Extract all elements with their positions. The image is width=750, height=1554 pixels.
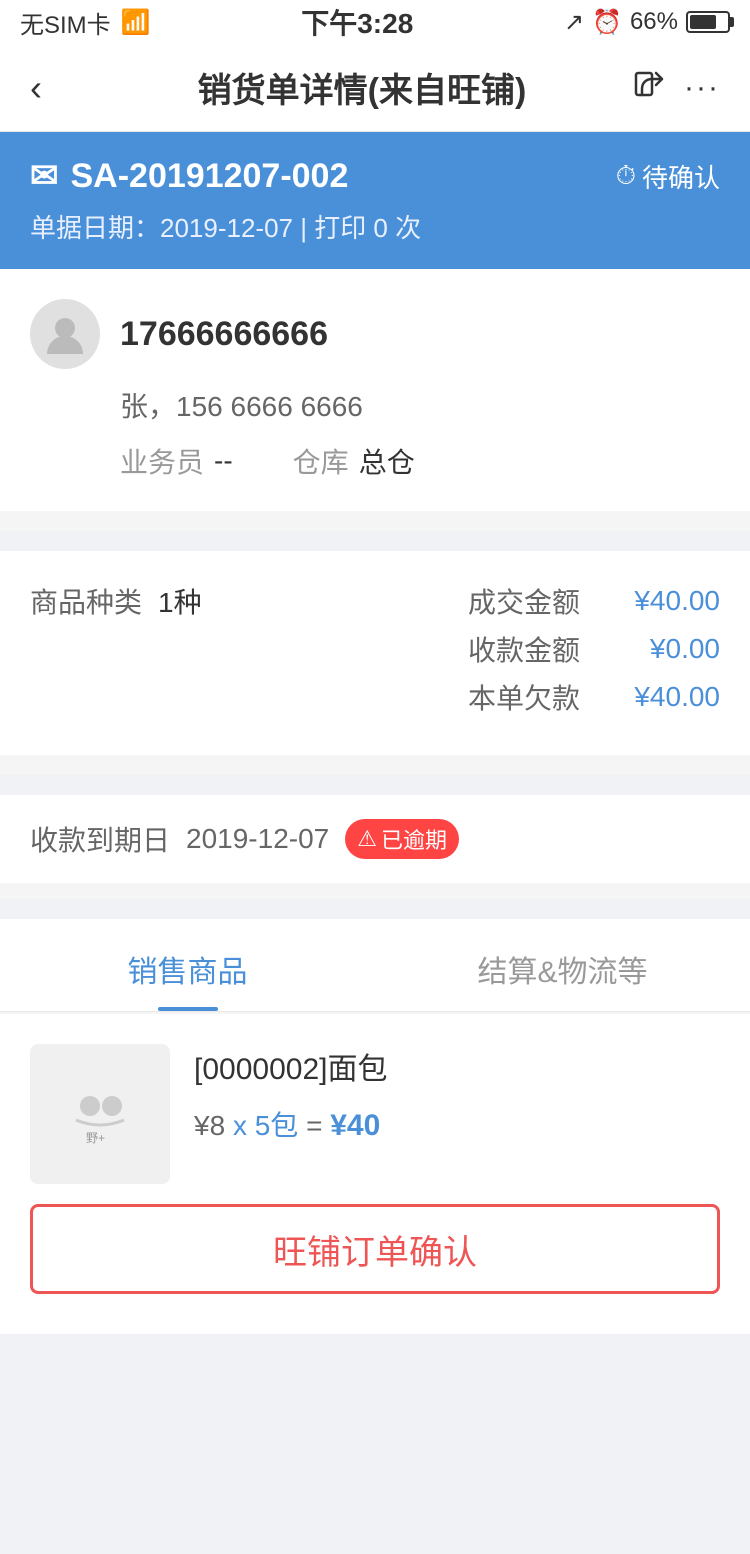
salesperson-item: 业务员 -- — [120, 441, 233, 481]
balance-row: 本单欠款 ¥40.00 — [468, 677, 720, 717]
svg-text:野+: 野+ — [86, 1131, 105, 1145]
warehouse-item: 仓库 总仓 — [293, 441, 415, 481]
status-bar: 无SIM卡 📶 下午3:28 ↗ ⏰ 66% — [0, 0, 750, 44]
due-label: 收款到期日 — [30, 819, 170, 859]
product-type-label: 商品种类 — [30, 581, 142, 621]
customer-name: 张，156 6666 6666 — [120, 385, 720, 425]
amounts: 成交金额 ¥40.00 收款金额 ¥0.00 本单欠款 ¥40.00 — [468, 581, 720, 725]
order-date: 单据日期：2019-12-07 | 打印 0 次 — [30, 208, 720, 245]
due-date-value: 2019-12-07 — [186, 823, 329, 855]
amount-value: ¥40.00 — [600, 585, 720, 617]
tab-products[interactable]: 销售商品 — [0, 919, 375, 1011]
customer-row: 17666666666 — [30, 299, 720, 369]
customer-section: 17666666666 张，156 6666 6666 业务员 -- 仓库 总仓 — [0, 269, 750, 511]
product-type: 商品种类 1种 — [30, 581, 202, 621]
amount-row: 成交金额 ¥40.00 — [468, 581, 720, 621]
salesperson-label: 业务员 — [120, 441, 204, 481]
order-status-text: 待确认 — [642, 158, 720, 195]
salesperson-value: -- — [214, 445, 233, 477]
balance-label: 本单欠款 — [468, 677, 580, 717]
product-name: [0000002]面包 — [194, 1044, 720, 1088]
product-image: 野+ — [30, 1044, 170, 1184]
status-right: ↗ ⏰ 66% — [564, 8, 730, 37]
receipt-row: 收款金额 ¥0.00 — [468, 629, 720, 669]
overdue-icon: ⚠ — [357, 826, 377, 852]
due-date-section: 收款到期日 2019-12-07 ⚠ 已逾期 — [0, 795, 750, 883]
battery-percent: 66% — [630, 8, 678, 36]
back-button[interactable]: ‹ — [30, 67, 90, 109]
product-price: ¥8 x 5包 = ¥40 — [194, 1104, 720, 1144]
order-icon: ✉ — [30, 156, 59, 196]
balance-value: ¥40.00 — [600, 681, 720, 713]
wifi-icon: 📶 — [121, 8, 151, 37]
tab-products-label: 销售商品 — [128, 956, 248, 989]
equals: = — [306, 1110, 322, 1141]
share-button[interactable] — [634, 69, 664, 107]
price-value: ¥8 — [194, 1110, 225, 1141]
confirm-button-label: 旺铺订单确认 — [273, 1225, 477, 1274]
tab-settlement[interactable]: 结算&物流等 — [375, 919, 750, 1011]
order-status: ⏱ 待确认 — [616, 158, 720, 195]
product-info: [0000002]面包 ¥8 x 5包 = ¥40 — [194, 1044, 720, 1144]
divider-3 — [0, 899, 750, 919]
customer-phone: 17666666666 — [120, 315, 328, 354]
warehouse-value: 总仓 — [359, 441, 415, 481]
customer-meta: 业务员 -- 仓库 总仓 — [120, 441, 720, 481]
bottom-bar: 旺铺订单确认 — [0, 1184, 750, 1334]
overdue-text: 已逾期 — [381, 823, 447, 855]
summary-row: 商品种类 1种 成交金额 ¥40.00 收款金额 ¥0.00 本单欠款 ¥40.… — [30, 581, 720, 725]
avatar — [30, 299, 100, 369]
order-header: ✉ SA-20191207-002 ⏱ 待确认 单据日期：2019-12-07 … — [0, 132, 750, 269]
time-display: 下午3:28 — [301, 2, 413, 42]
page-title: 销货单详情(来自旺铺) — [90, 63, 634, 112]
receipt-value: ¥0.00 — [600, 633, 720, 665]
order-id: ✉ SA-20191207-002 — [30, 156, 348, 196]
multiply-x: x — [233, 1110, 247, 1141]
receipt-label: 收款金额 — [468, 629, 580, 669]
tabs-section: 销售商品 结算&物流等 — [0, 919, 750, 1012]
tab-settlement-label: 结算&物流等 — [477, 956, 647, 989]
navigation-bar: ‹ 销货单详情(来自旺铺) ··· — [0, 44, 750, 132]
more-button[interactable]: ··· — [684, 71, 720, 105]
status-clock-icon: ⏱ — [616, 160, 636, 192]
order-id-text: SA-20191207-002 — [71, 157, 349, 196]
divider-2 — [0, 775, 750, 795]
location-icon: ↗ — [564, 8, 584, 37]
status-left: 无SIM卡 📶 — [20, 5, 151, 40]
nav-actions: ··· — [634, 69, 720, 107]
quantity-value: 5包 — [255, 1110, 299, 1141]
overdue-badge: ⚠ 已逾期 — [345, 819, 459, 859]
confirm-order-button[interactable]: 旺铺订单确认 — [30, 1204, 720, 1294]
summary-section: 商品种类 1种 成交金额 ¥40.00 收款金额 ¥0.00 本单欠款 ¥40.… — [0, 551, 750, 755]
total-value: ¥40 — [330, 1109, 380, 1142]
amount-label: 成交金额 — [468, 581, 580, 621]
divider-1 — [0, 531, 750, 551]
alarm-icon: ⏰ — [592, 8, 622, 37]
battery-icon — [686, 11, 730, 33]
product-type-value: 1种 — [158, 581, 202, 621]
carrier-text: 无SIM卡 — [20, 5, 111, 40]
order-header-top: ✉ SA-20191207-002 ⏱ 待确认 — [30, 156, 720, 196]
warehouse-label: 仓库 — [293, 441, 349, 481]
